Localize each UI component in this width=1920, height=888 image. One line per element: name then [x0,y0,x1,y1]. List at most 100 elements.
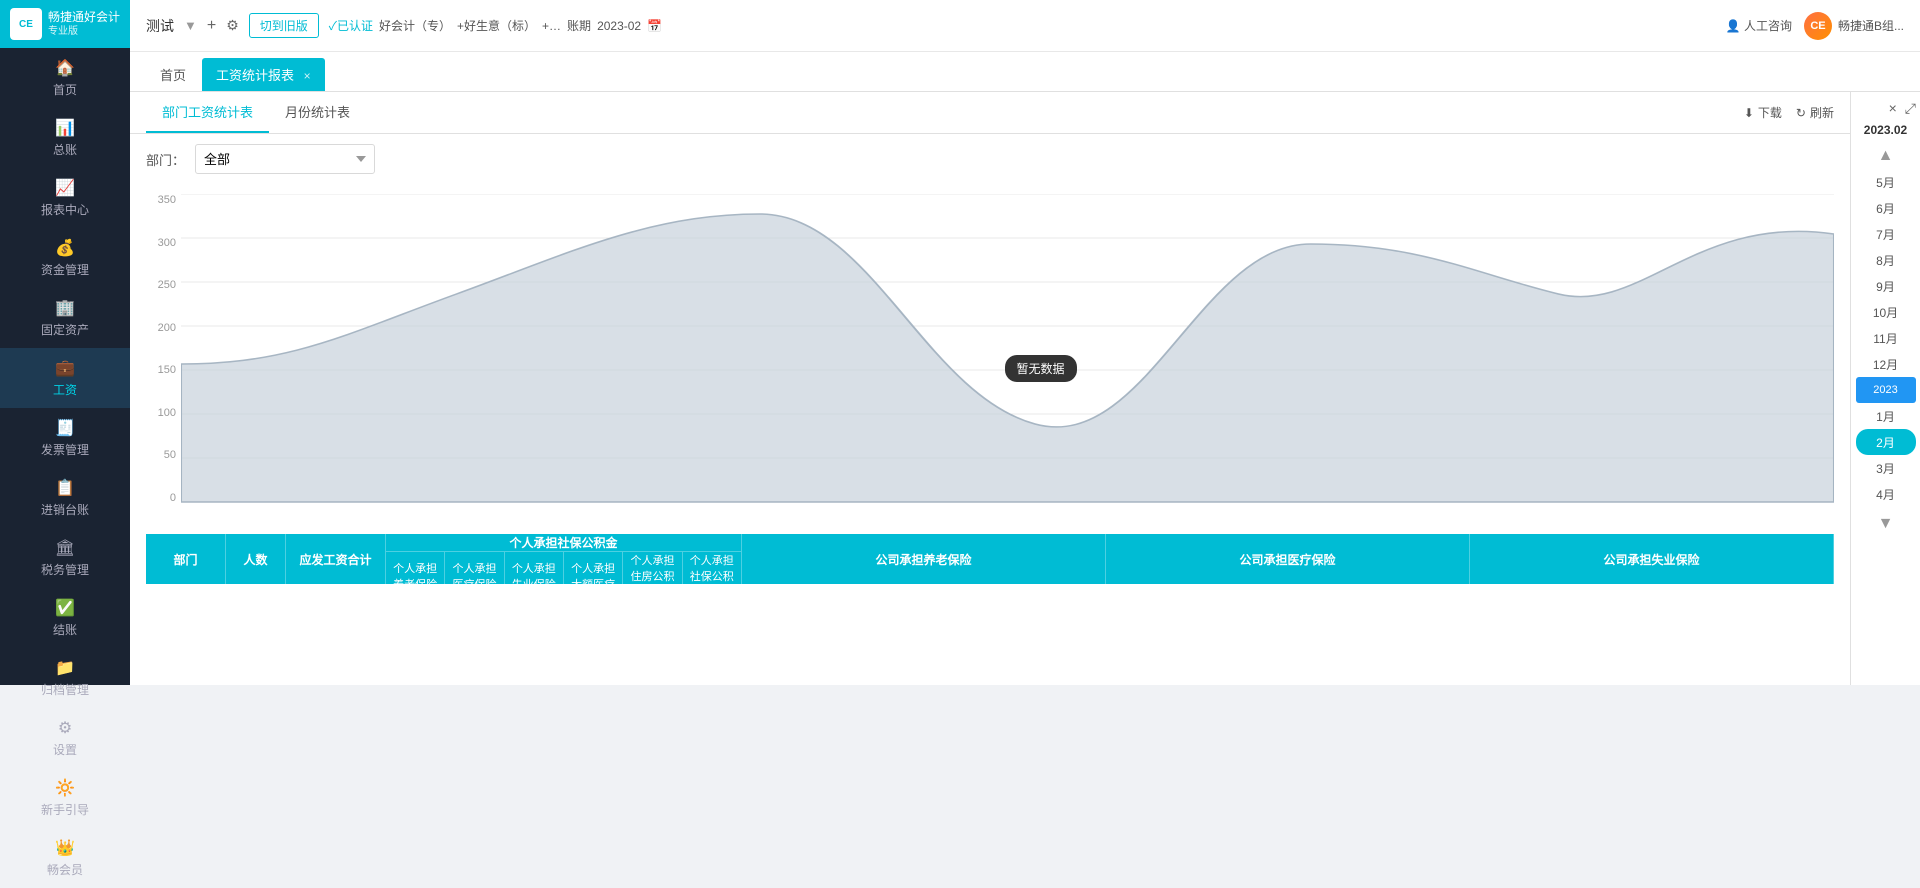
main-content: 部门工资统计表 月份统计表 ⬇ 下载 ↻ 刷新 部门： [130,92,1850,685]
y-label-350: 350 [158,194,181,206]
filter-dept-label: 部门： [146,150,185,169]
chart-container: 350 300 250 200 150 100 50 0 [146,194,1834,534]
sidebar-item-reports[interactable]: 📈 报表中心 [0,168,130,228]
topbar-add-button[interactable]: + [207,17,216,35]
footer-col-pension-company: 公司承担养老保险 [742,534,1106,584]
panel-close-button[interactable]: × [1889,100,1897,117]
sidebar-item-invoice[interactable]: 🧾 发票管理 [0,408,130,468]
username-label: 畅捷通B组... [1838,17,1904,34]
reports-icon: 📈 [55,178,75,198]
y-label-200: 200 [158,322,181,334]
chart-svg-wrapper: 暂无数据 [181,194,1834,504]
month-7[interactable]: 7月 [1856,221,1916,247]
guide-icon: 🔆 [55,778,75,798]
certified-badge: ✓已认证 [329,17,373,34]
panel-date: 2023.02 [1856,117,1915,143]
month-6[interactable]: 6月 [1856,195,1916,221]
month-10[interactable]: 10月 [1856,299,1916,325]
refresh-icon: ↻ [1796,106,1806,120]
sidebar-item-funds[interactable]: 💰 资金管理 [0,228,130,288]
tabbar: 首页 工资统计报表 × [130,52,1920,92]
content-wrapper: 部门工资统计表 月份统计表 ⬇ 下载 ↻ 刷新 部门： [130,92,1920,685]
sidebar-item-settings[interactable]: ⚙ 设置 [0,708,130,768]
topbar-dropdown-arrow[interactable]: ▼ [184,18,197,33]
footer-group-header-personal: 个人承担社保公积金 [386,534,741,552]
footer-col-total-salary: 应发工资合计 [286,534,386,584]
month-11[interactable]: 11月 [1856,325,1916,351]
assets-icon: 🏢 [55,298,75,318]
logo-icon: CE [10,8,42,40]
sidebar-item-settle[interactable]: ✅ 结账 [0,588,130,648]
filter-bar: 部门： 全部 [130,134,1850,184]
period-value: 2023-02 [597,19,641,33]
download-button[interactable]: ⬇ 下载 [1744,104,1782,121]
tab-close-button[interactable]: × [304,69,311,83]
month-9[interactable]: 9月 [1856,273,1916,299]
app-logo: CE 畅捷通好会计 专业版 [0,0,130,48]
table-footer: 部门 人数 应发工资合计 个人承担社保公积金 个人承担养老保险 个 [146,534,1834,584]
sidebar-item-archive[interactable]: 📁 归档管理 [0,648,130,708]
settle-icon: ✅ [55,598,75,618]
month-5[interactable]: 5月 [1856,169,1916,195]
badge-more: +… [542,19,561,33]
logo-text: 畅捷通好会计 专业版 [48,10,120,39]
sidebar-item-guide[interactable]: 🔆 新手引导 [0,768,130,828]
year-nav-down[interactable]: ▼ [1874,511,1898,537]
month-2023-3[interactable]: 3月 [1856,455,1916,481]
chart-tooltip: 暂无数据 [1005,355,1077,382]
refresh-button[interactable]: ↻ 刷新 [1796,104,1834,121]
footer-group-cols-personal: 个人承担养老保险 个人承担医疗保险 个人承担失业保险 个人承担大额医疗 个人承担… [386,552,741,600]
footer-col-pension-personal: 个人承担养老保险 [386,552,445,600]
member-icon: 👑 [55,838,75,858]
subtab-left: 部门工资统计表 月份统计表 [146,92,366,133]
month-12[interactable]: 12月 [1856,351,1916,377]
y-label-50: 50 [164,449,181,461]
footer-col-dept: 部门 [146,534,226,584]
home-icon: 🏠 [55,58,75,78]
month-8[interactable]: 8月 [1856,247,1916,273]
ledger-icon: 📊 [55,118,75,138]
topbar-right: 👤 人工咨询 CE 畅捷通B组... [1726,12,1904,40]
right-panel: × ⤢ 2023.02 ▲ 5月 6月 7月 8月 9月 10月 11月 12月… [1850,92,1920,685]
footer-col-medical-company: 公司承担医疗保险 [1106,534,1470,584]
tab-salary-report[interactable]: 工资统计报表 × [202,58,325,91]
archive-icon: 📁 [55,658,75,678]
y-label-250: 250 [158,279,181,291]
calendar-icon[interactable]: 📅 [647,19,662,33]
footer-col-count: 人数 [226,534,286,584]
sidebar-item-assets[interactable]: 🏢 固定资产 [0,288,130,348]
period-label: 账期 [567,17,591,34]
sidebar-item-salary[interactable]: 💼 工资 [0,348,130,408]
sidebar-item-member[interactable]: 👑 畅会员 [0,828,130,888]
sidebar-item-tax[interactable]: 🏛 税务管理 [0,528,130,588]
switch-to-old-button[interactable]: 切到旧版 [249,13,319,38]
footer-col-unemployment-personal: 个人承担失业保险 [505,552,564,600]
subtab-actions: ⬇ 下载 ↻ 刷新 [1744,104,1834,121]
user-menu[interactable]: CE 畅捷通B组... [1804,12,1904,40]
settings-icon: ⚙ [58,718,72,738]
topbar-settings-button[interactable]: ⚙ [226,17,239,34]
footer-col-social-total-personal: 个人承担社保公积金合计 [683,552,741,600]
subtab-monthly[interactable]: 月份统计表 [269,92,366,133]
sidebar-item-home[interactable]: 🏠 首页 [0,48,130,108]
chart-area: 350 300 250 200 150 100 50 0 [130,184,1850,685]
tab-home[interactable]: 首页 [146,58,200,91]
funds-icon: 💰 [55,238,75,258]
y-label-100: 100 [158,407,181,419]
y-label-150: 150 [158,364,181,376]
sidebar-item-ledger[interactable]: 📊 总账 [0,108,130,168]
month-2023-4[interactable]: 4月 [1856,481,1916,507]
filter-dept-select[interactable]: 全部 [195,144,375,174]
purchase-icon: 📋 [55,478,75,498]
month-2023-1[interactable]: 1月 [1856,403,1916,429]
topbar-badges: ✓已认证 好会计（专） +好生意（标） +… 账期 2023-02 📅 [329,17,662,34]
table-footer-cols: 部门 人数 应发工资合计 个人承担社保公积金 个人承担养老保险 个 [146,534,1834,584]
year-nav-up[interactable]: ▲ [1874,143,1898,169]
footer-col-housing-personal: 个人承担住房公积金 [623,552,682,600]
sidebar-item-purchase[interactable]: 📋 进销台账 [0,468,130,528]
y-axis: 350 300 250 200 150 100 50 0 [146,194,181,504]
panel-expand-button[interactable]: ⤢ [1905,100,1916,117]
subtab-department[interactable]: 部门工资统计表 [146,92,269,133]
month-2023-2[interactable]: 2月 [1856,429,1916,455]
consult-button[interactable]: 👤 人工咨询 [1726,17,1792,34]
